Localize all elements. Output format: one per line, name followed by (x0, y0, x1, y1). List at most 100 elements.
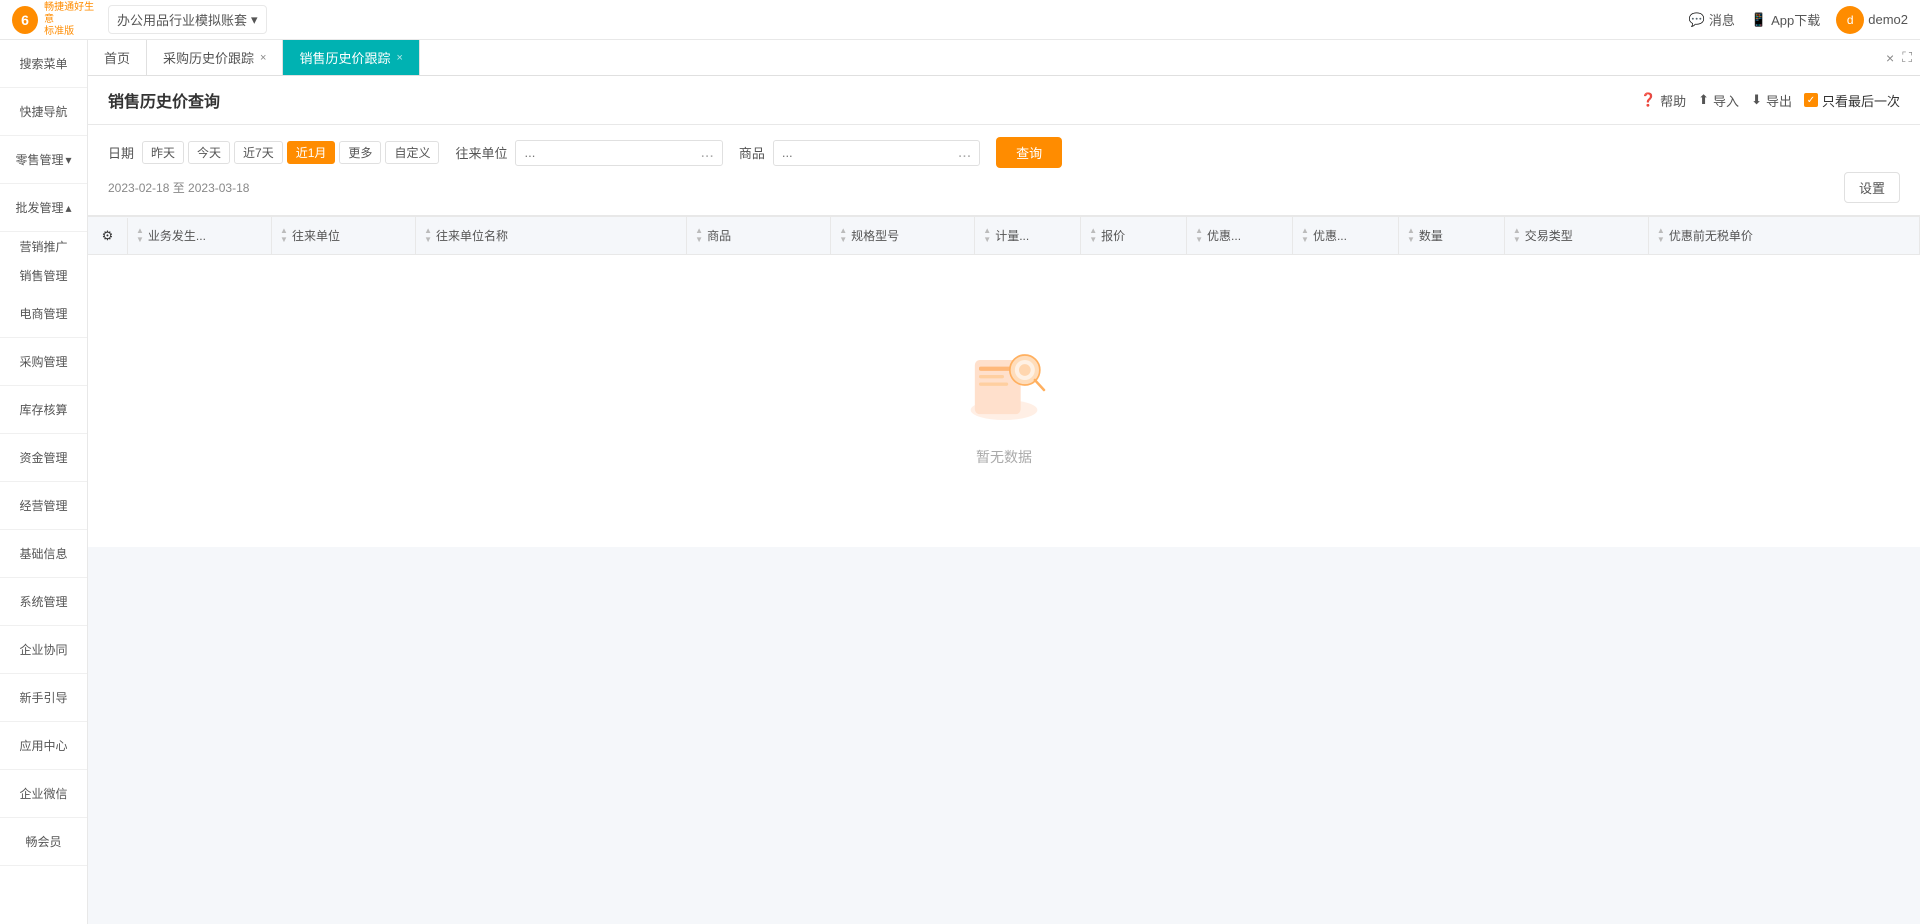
th-discount2[interactable]: ▲ ▼ 优惠... (1293, 217, 1399, 254)
th-unit[interactable]: ▲ ▼ 计量... (975, 217, 1081, 254)
sort-icon: ▲ ▼ (983, 227, 991, 244)
page-title: 销售历史价查询 (108, 88, 220, 112)
maximize-button[interactable]: ⛶ (1902, 49, 1912, 66)
goods-field: 商品 ... (739, 140, 980, 166)
sidebar-item-label: 基础信息 (19, 545, 67, 562)
sidebar-item-wholesale-mgmt[interactable]: 批发管理 ▴ (0, 184, 87, 232)
table-header: ⚙ ▲ ▼ 业务发生... ▲ ▼ 往来单位 (88, 216, 1920, 255)
th-spec[interactable]: ▲ ▼ 规格型号 (831, 217, 975, 254)
sort-down-icon: ▼ (136, 236, 144, 244)
logo-text: 畅捷通好生意 标准版 (44, 2, 100, 38)
th-goods[interactable]: ▲ ▼ 商品 (687, 217, 831, 254)
date-btn-1month[interactable]: 近1月 (287, 141, 336, 164)
help-button[interactable]: ❓ 帮助 (1640, 91, 1686, 110)
date-btn-today[interactable]: 今天 (188, 141, 230, 164)
sidebar-item-system-mgmt[interactable]: 系统管理 (0, 578, 87, 626)
goods-search-dots[interactable]: ... (958, 144, 971, 162)
page-content: 销售历史价查询 ❓ 帮助 ⬆ 导入 ⬇ 导出 ✓ (88, 76, 1920, 924)
sort-icon: ▲ ▼ (1407, 227, 1415, 244)
sidebar-item-basic-info[interactable]: 基础信息 (0, 530, 87, 578)
sidebar-item-retail-mgmt[interactable]: 零售管理 ▾ (0, 136, 87, 184)
sidebar-item-members[interactable]: 畅会员 (0, 818, 87, 866)
date-btn-custom[interactable]: 自定义 (385, 141, 439, 164)
th-quote[interactable]: ▲ ▼ 报价 (1081, 217, 1187, 254)
sidebar-item-label: 系统管理 (19, 593, 67, 610)
tab-purchase-history[interactable]: 采购历史价跟踪 × (147, 40, 283, 75)
empty-state: 暂无数据 (88, 255, 1920, 547)
th-partner-name[interactable]: ▲ ▼ 往来单位名称 (416, 217, 687, 254)
goods-input[interactable] (782, 145, 958, 160)
tab-close-sales[interactable]: × (396, 52, 402, 64)
sort-icon: ▲ ▼ (1089, 227, 1097, 244)
empty-text: 暂无数据 (976, 447, 1032, 467)
chevron-up-icon: ▴ (65, 201, 71, 215)
sidebar-item-label: 经营管理 (19, 497, 67, 514)
tab-actions: × ⛶ (1878, 40, 1920, 75)
sort-icon: ▲ ▼ (839, 227, 847, 244)
tab-bar: 首页 采购历史价跟踪 × 销售历史价跟踪 × × ⛶ (88, 40, 1920, 76)
th-quantity[interactable]: ▲ ▼ 数量 (1399, 217, 1505, 254)
th-partner-code[interactable]: ▲ ▼ 往来单位 (272, 217, 416, 254)
date-label: 日期 (108, 143, 134, 162)
sidebar-item-ecommerce-mgmt[interactable]: 电商管理 (0, 290, 87, 338)
avatar: d (1836, 6, 1864, 34)
sidebar-item-label: 搜索菜单 (19, 55, 67, 72)
help-icon: ❓ (1640, 92, 1656, 108)
message-button[interactable]: 💬 消息 (1689, 10, 1735, 29)
th-gear[interactable]: ⚙ (88, 218, 128, 254)
sidebar-item-sales-mgmt[interactable]: 销售管理 (0, 261, 87, 290)
date-btn-more[interactable]: 更多 (339, 141, 381, 164)
logo-icon: 6 (12, 6, 38, 34)
sidebar-item-label: 电商管理 (19, 305, 67, 322)
export-button[interactable]: ⬇ 导出 (1751, 91, 1792, 110)
goods-input-wrapper[interactable]: ... (773, 140, 980, 166)
tab-home[interactable]: 首页 (88, 40, 147, 75)
sidebar-item-inventory[interactable]: 库存核算 (0, 386, 87, 434)
sidebar-item-enterprise-wechat[interactable]: 企业微信 (0, 770, 87, 818)
sidebar-item-purchase-mgmt[interactable]: 采购管理 (0, 338, 87, 386)
import-button[interactable]: ⬆ 导入 (1698, 91, 1739, 110)
th-discount1[interactable]: ▲ ▼ 优惠... (1187, 217, 1293, 254)
tab-sales-history[interactable]: 销售历史价跟踪 × (283, 40, 419, 75)
logo-area: 6 畅捷通好生意 标准版 (12, 2, 100, 38)
date-buttons: 昨天 今天 近7天 近1月 更多 自定义 (142, 141, 439, 164)
date-btn-yesterday[interactable]: 昨天 (142, 141, 184, 164)
partner-input[interactable] (524, 145, 700, 160)
close-window-button[interactable]: × (1886, 50, 1894, 66)
sidebar-item-enterprise[interactable]: 企业协同 (0, 626, 87, 674)
sidebar-item-marketing[interactable]: 营销推广 (0, 232, 87, 261)
sort-icon: ▲ ▼ (1657, 227, 1665, 244)
chevron-down-icon: ▾ (65, 153, 71, 167)
export-icon: ⬇ (1751, 92, 1762, 108)
sidebar-item-search-menu[interactable]: 搜索菜单 (0, 40, 87, 88)
sidebar-item-guide[interactable]: 新手引导 (0, 674, 87, 722)
settings-button[interactable]: 设置 (1844, 172, 1900, 203)
partner-search-dots[interactable]: ... (700, 144, 713, 162)
sidebar-item-finance-mgmt[interactable]: 资金管理 (0, 434, 87, 482)
sidebar-item-app-center[interactable]: 应用中心 (0, 722, 87, 770)
main-layout: 搜索菜单 快捷导航 零售管理 ▾ 批发管理 ▴ 营销推广 销售管理 电商管理 采… (0, 40, 1920, 924)
date-btn-7days[interactable]: 近7天 (234, 141, 283, 164)
partner-label: 往来单位 (455, 143, 507, 162)
sidebar-item-quick-nav[interactable]: 快捷导航 (0, 88, 87, 136)
sidebar-item-label: 零售管理 (15, 151, 63, 168)
content-area: 首页 采购历史价跟踪 × 销售历史价跟踪 × × ⛶ 销售历史价查询 (88, 40, 1920, 924)
th-trade-type[interactable]: ▲ ▼ 交易类型 (1505, 217, 1649, 254)
th-biz-date[interactable]: ▲ ▼ 业务发生... (128, 217, 272, 254)
sort-icon: ▲ ▼ (1301, 227, 1309, 244)
sidebar-item-label: 新手引导 (19, 689, 67, 706)
partner-input-wrapper[interactable]: ... (515, 140, 722, 166)
checkbox-icon: ✓ (1804, 93, 1818, 107)
sort-icon: ▲ ▼ (136, 227, 144, 244)
only-last-checkbox[interactable]: ✓ 只看最后一次 (1804, 91, 1900, 110)
search-panel: 日期 昨天 今天 近7天 近1月 更多 自定义 往来单位 (88, 125, 1920, 216)
tab-close-purchase[interactable]: × (260, 52, 266, 64)
date-range: 2023-02-18 至 2023-03-18 (108, 179, 249, 196)
th-no-tax-price[interactable]: ▲ ▼ 优惠前无税单价 (1649, 217, 1920, 254)
app-download-button[interactable]: 📱 App下载 (1751, 10, 1820, 29)
industry-selector[interactable]: 办公用品行业模拟账套 ▾ (108, 5, 267, 34)
sidebar-item-ops-mgmt[interactable]: 经营管理 (0, 482, 87, 530)
user-menu[interactable]: d demo2 (1836, 6, 1908, 34)
partner-field: 往来单位 ... (455, 140, 722, 166)
query-button[interactable]: 查询 (996, 137, 1062, 168)
